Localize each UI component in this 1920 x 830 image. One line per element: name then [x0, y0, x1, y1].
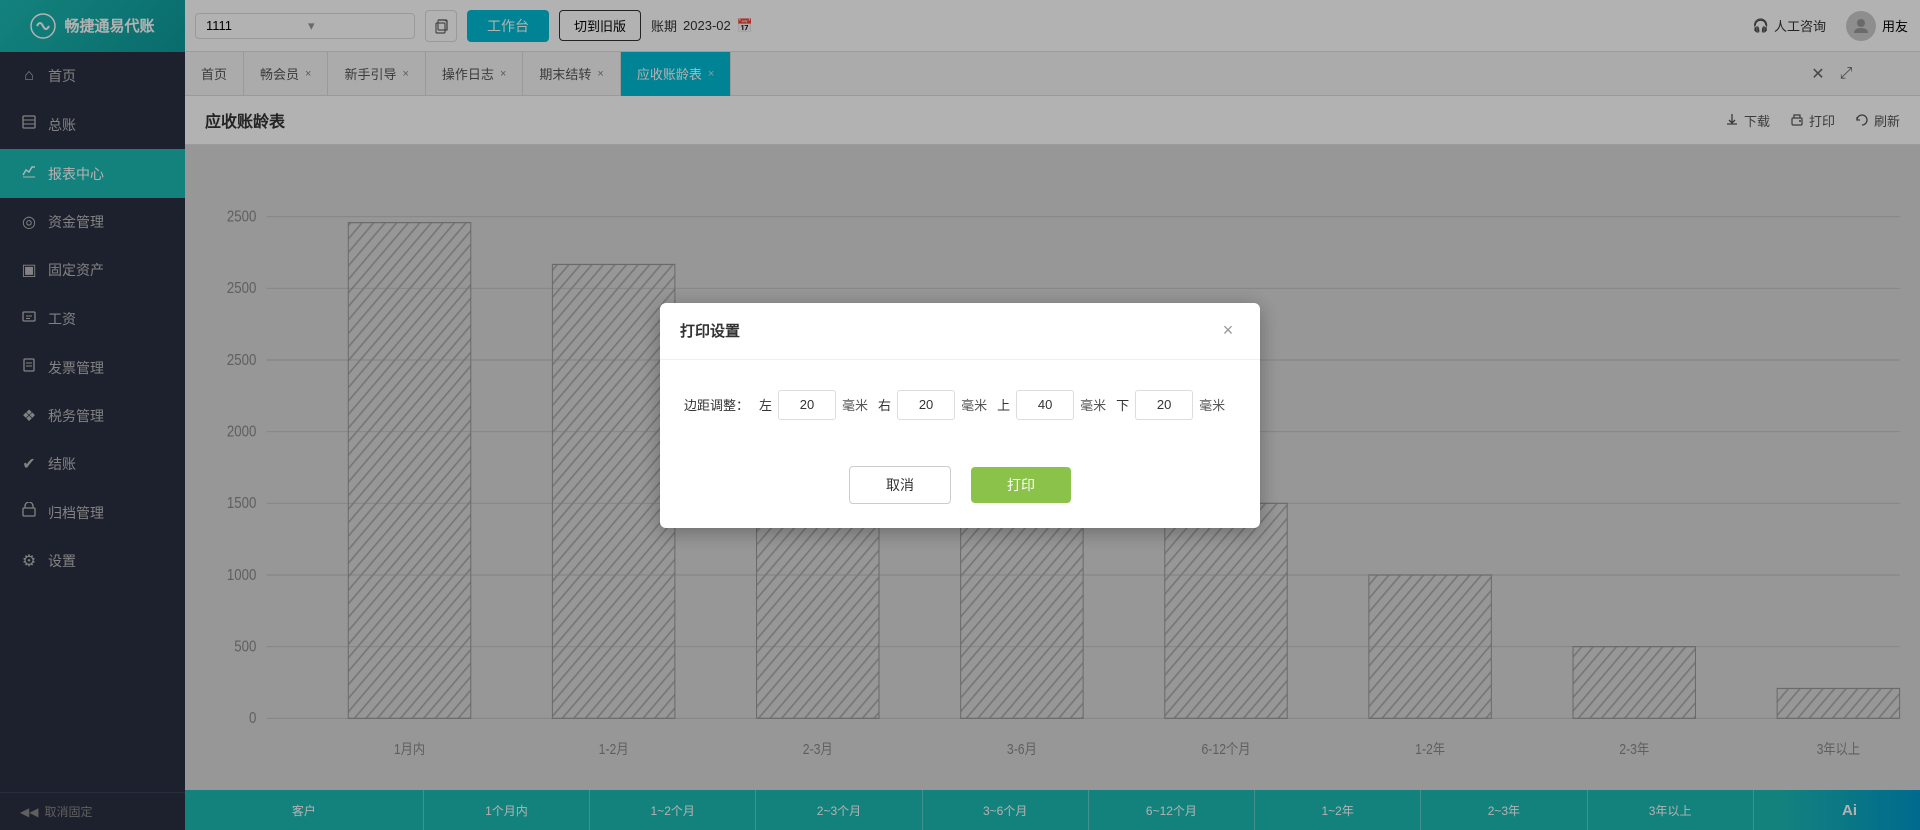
margin-left-unit: 毫米: [842, 395, 868, 414]
confirm-print-button[interactable]: 打印: [971, 467, 1071, 503]
margin-top-label: 上: [997, 395, 1010, 414]
margin-left-label: 左: [759, 395, 772, 414]
margin-right-label: 右: [878, 395, 891, 414]
cancel-button[interactable]: 取消: [849, 466, 951, 504]
modal-footer: 取消 打印: [660, 450, 1260, 528]
modal-header: 打印设置 ×: [660, 303, 1260, 360]
margin-right-unit: 毫米: [961, 395, 987, 414]
modal-overlay: 打印设置 × 边距调整： 左 毫米 右 毫米 上 毫米: [0, 0, 1920, 830]
margin-right-group: 右 毫米: [878, 390, 987, 420]
modal-close-button[interactable]: ×: [1216, 319, 1240, 343]
margin-bottom-input[interactable]: [1135, 390, 1193, 420]
margin-left-input[interactable]: [778, 390, 836, 420]
modal-title: 打印设置: [680, 320, 740, 341]
margin-top-input[interactable]: [1016, 390, 1074, 420]
margin-left-group: 左 毫米: [759, 390, 868, 420]
print-settings-modal: 打印设置 × 边距调整： 左 毫米 右 毫米 上 毫米: [660, 303, 1260, 528]
modal-body: 边距调整： 左 毫米 右 毫米 上 毫米 下: [660, 360, 1260, 450]
margin-row: 边距调整： 左 毫米 右 毫米 上 毫米 下: [684, 390, 1236, 420]
margin-top-unit: 毫米: [1080, 395, 1106, 414]
margin-bottom-label: 下: [1116, 395, 1129, 414]
margin-label: 边距调整：: [684, 395, 749, 414]
margin-bottom-group: 下 毫米: [1116, 390, 1225, 420]
margin-right-input[interactable]: [897, 390, 955, 420]
margin-top-group: 上 毫米: [997, 390, 1106, 420]
margin-bottom-unit: 毫米: [1199, 395, 1225, 414]
